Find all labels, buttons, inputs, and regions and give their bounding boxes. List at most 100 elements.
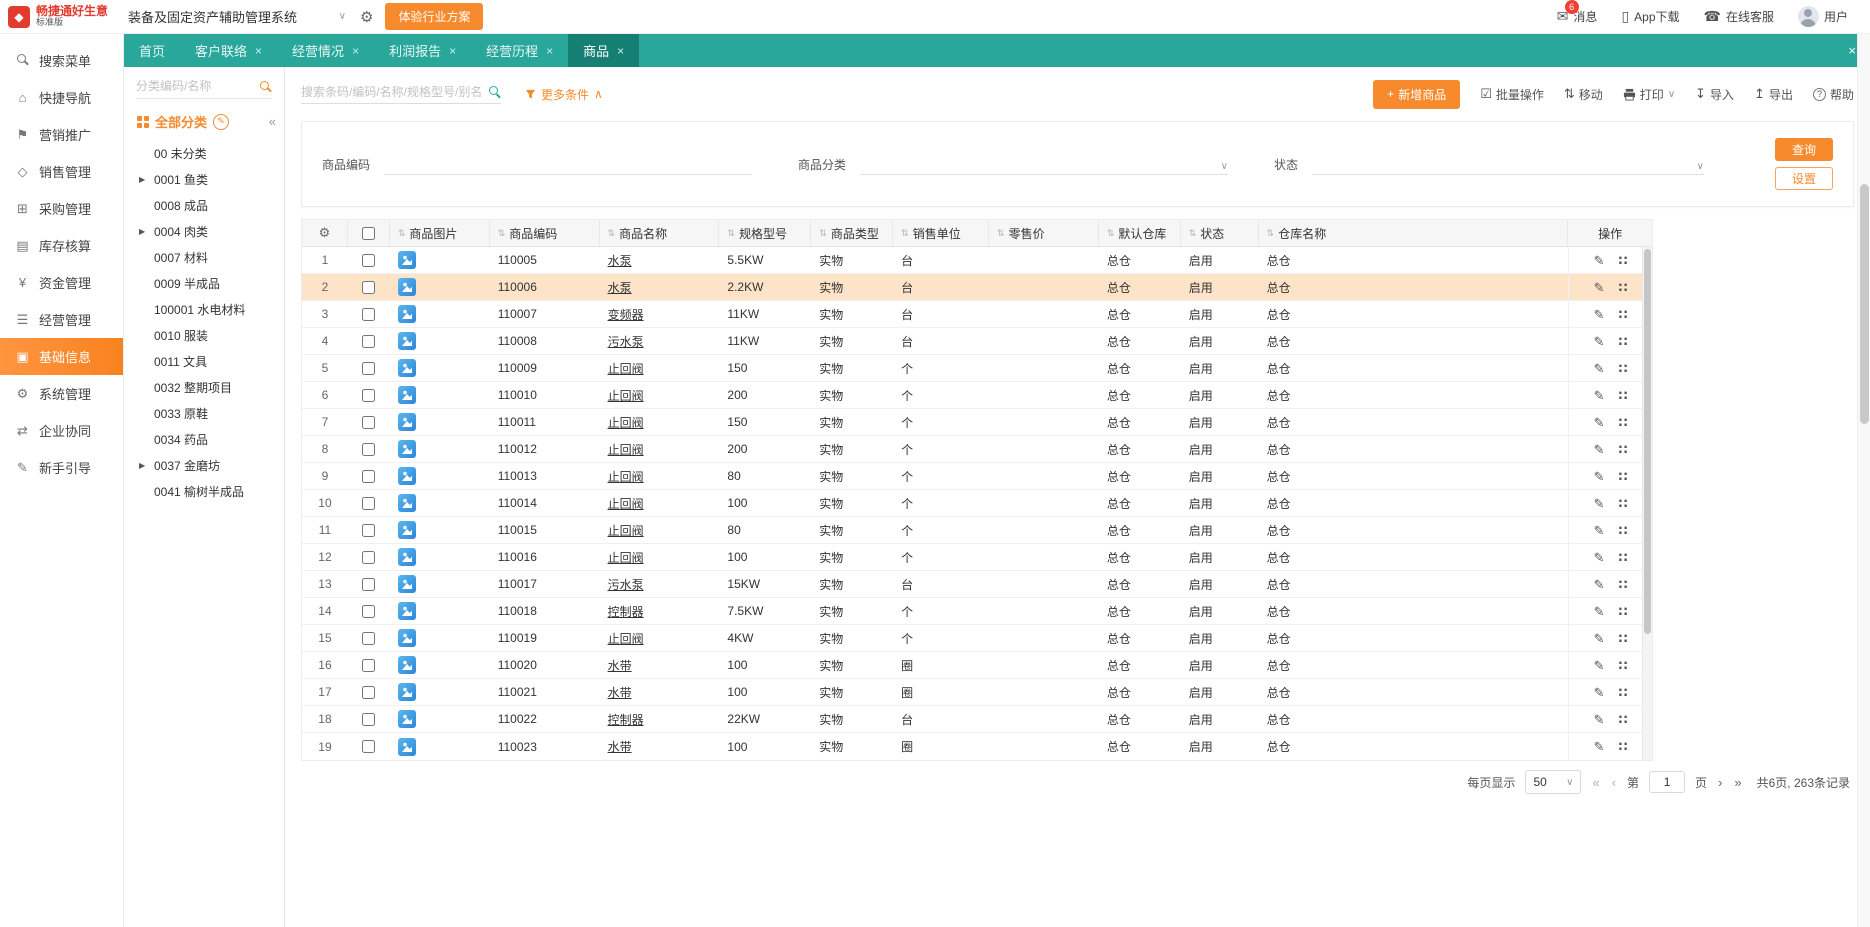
column-header[interactable]: ⇅ 状态 [1181, 220, 1259, 246]
more-actions-grid-icon[interactable]: ∷ [1619, 308, 1628, 321]
move-button[interactable]: ⇅ 移动 [1564, 86, 1603, 103]
expand-triangle-icon[interactable]: ▶ [139, 461, 145, 470]
tab-close-icon[interactable]: × [352, 44, 359, 58]
export-button[interactable]: ↥ 导出 [1754, 86, 1793, 103]
more-actions-grid-icon[interactable]: ∷ [1619, 443, 1628, 456]
edit-icon[interactable]: ✎ [1594, 389, 1605, 402]
tab[interactable]: 利润报告 × [374, 34, 471, 67]
row-checkbox[interactable] [362, 740, 376, 753]
edit-icon[interactable]: ✎ [1594, 362, 1605, 375]
category-item[interactable]: 0033 原鞋 [124, 400, 284, 426]
more-actions-grid-icon[interactable]: ∷ [1619, 524, 1628, 537]
window-scrollbar-thumb[interactable] [1860, 184, 1869, 424]
product-name-link[interactable]: 止回阀 [608, 414, 644, 431]
edit-icon[interactable]: ✎ [1594, 605, 1605, 618]
product-image[interactable] [397, 305, 416, 323]
add-product-button[interactable]: + 新增商品 [1373, 79, 1461, 109]
tab-close-icon[interactable]: × [449, 44, 456, 58]
row-checkbox[interactable] [362, 388, 376, 402]
system-select[interactable]: 装备及固定资产辅助管理系统 ∨ [128, 7, 346, 26]
category-item[interactable]: ▶ 0001 鱼类 [124, 166, 284, 192]
edit-icon[interactable]: ✎ [1594, 254, 1605, 267]
settings-button[interactable]: 设置 [1775, 167, 1833, 190]
sidebar-item[interactable]: ¥ 资金管理 [0, 264, 123, 301]
import-button[interactable]: ↧ 导入 [1695, 86, 1734, 103]
product-image[interactable] [397, 656, 416, 674]
row-checkbox[interactable] [362, 469, 376, 483]
edit-category-icon[interactable]: ✎ [213, 113, 230, 130]
product-image[interactable] [397, 602, 416, 620]
product-image[interactable] [397, 683, 416, 701]
product-name-link[interactable]: 止回阀 [608, 387, 644, 404]
product-image[interactable] [397, 737, 416, 756]
prev-page-button[interactable]: ‹ [1611, 775, 1617, 790]
row-checkbox[interactable] [362, 415, 376, 429]
sidebar-item[interactable]: ▤ 库存核算 [0, 227, 123, 264]
product-code-input[interactable] [384, 153, 752, 175]
sort-icon[interactable]: ⇅ [819, 228, 827, 239]
category-item[interactable]: 0034 药品 [124, 426, 284, 452]
product-image[interactable] [397, 494, 416, 512]
product-image[interactable] [397, 359, 416, 377]
sidebar-item[interactable]: ◇ 销售管理 [0, 153, 123, 190]
sidebar-item[interactable]: ✎ 新手引导 [0, 449, 123, 486]
batch-actions-button[interactable]: ☑ 批量操作 [1480, 86, 1544, 103]
column-header[interactable]: ⇅ 默认仓库 [1099, 220, 1181, 246]
more-actions-grid-icon[interactable]: ∷ [1619, 389, 1628, 402]
column-header[interactable]: ⇅ 仓库名称 [1259, 220, 1569, 246]
edit-icon[interactable]: ✎ [1594, 686, 1605, 699]
more-actions-grid-icon[interactable]: ∷ [1619, 740, 1628, 753]
tab[interactable]: 经营历程 × [471, 34, 568, 67]
edit-icon[interactable]: ✎ [1594, 443, 1605, 456]
tab[interactable]: 首页 [124, 34, 180, 67]
product-image[interactable] [397, 440, 416, 458]
product-name-link[interactable]: 止回阀 [608, 630, 644, 647]
product-category-select[interactable]: ∨ [860, 153, 1228, 175]
product-image[interactable] [397, 710, 416, 728]
category-item[interactable]: 0007 材料 [124, 244, 284, 270]
more-actions-grid-icon[interactable]: ∷ [1619, 605, 1628, 618]
product-image[interactable] [397, 386, 416, 404]
edit-icon[interactable]: ✎ [1594, 659, 1605, 672]
next-page-button[interactable]: › [1717, 775, 1723, 790]
sidebar-item[interactable]: ⚙ 系统管理 [0, 375, 123, 412]
table-scrollbar[interactable] [1642, 247, 1652, 760]
edit-icon[interactable]: ✎ [1594, 713, 1605, 726]
sidebar-item[interactable]: ⇄ 企业协同 [0, 412, 123, 449]
sort-icon[interactable]: ⇅ [1107, 228, 1115, 239]
more-actions-grid-icon[interactable]: ∷ [1619, 686, 1628, 699]
edit-icon[interactable]: ✎ [1594, 740, 1605, 753]
more-actions-grid-icon[interactable]: ∷ [1619, 416, 1628, 429]
row-checkbox[interactable] [362, 523, 376, 537]
category-item[interactable]: ▶ 0037 金磨坊 [124, 452, 284, 478]
more-conditions-toggle[interactable]: 更多条件 ∧ [525, 86, 603, 103]
product-image[interactable] [397, 251, 416, 269]
edit-icon[interactable]: ✎ [1594, 524, 1605, 537]
more-actions-grid-icon[interactable]: ∷ [1619, 362, 1628, 375]
row-checkbox[interactable] [362, 307, 376, 321]
product-name-link[interactable]: 水带 [608, 738, 632, 755]
tab-close-icon[interactable]: × [617, 44, 624, 58]
product-image[interactable] [397, 332, 416, 350]
column-settings[interactable]: ⚙ [302, 220, 348, 246]
select-all-checkbox[interactable] [361, 226, 375, 240]
sidebar-item[interactable]: ⊞ 采购管理 [0, 190, 123, 227]
category-item[interactable]: 100001 水电材料 [124, 296, 284, 322]
product-name-link[interactable]: 控制器 [608, 603, 644, 620]
more-actions-grid-icon[interactable]: ∷ [1619, 335, 1628, 348]
product-name-link[interactable]: 止回阀 [608, 360, 644, 377]
first-page-button[interactable]: « [1591, 775, 1600, 790]
product-name-link[interactable]: 水泵 [608, 252, 632, 269]
product-name-link[interactable]: 控制器 [608, 711, 644, 728]
category-item[interactable]: 0011 文具 [124, 348, 284, 374]
column-header[interactable]: ⇅ 规格型号 [719, 220, 812, 246]
row-checkbox[interactable] [362, 604, 376, 618]
product-image[interactable] [397, 467, 416, 485]
more-actions-grid-icon[interactable]: ∷ [1619, 470, 1628, 483]
edit-icon[interactable]: ✎ [1594, 281, 1605, 294]
edit-icon[interactable]: ✎ [1594, 308, 1605, 321]
product-image[interactable] [397, 278, 416, 296]
expand-triangle-icon[interactable]: ▶ [139, 227, 145, 236]
search-icon[interactable] [259, 80, 272, 93]
trial-plan-button[interactable]: 体验行业方案 [385, 3, 484, 30]
